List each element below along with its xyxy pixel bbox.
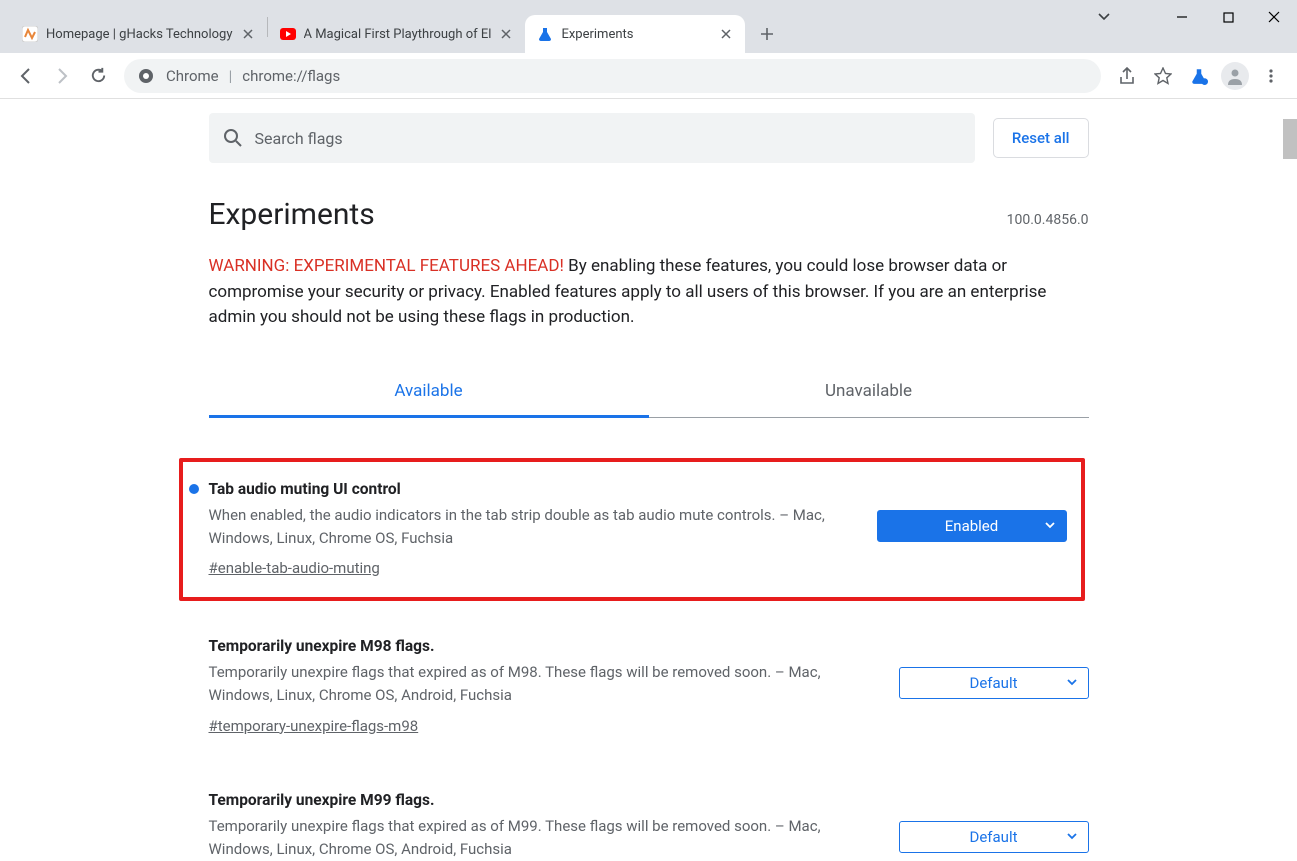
flag-permalink[interactable]: #temporary-unexpire-flags-m98 bbox=[209, 717, 419, 735]
url-separator: | bbox=[229, 67, 233, 85]
share-button[interactable] bbox=[1109, 58, 1145, 94]
browser-tab-youtube[interactable]: A Magical First Playthrough of El bbox=[268, 15, 526, 53]
browser-tab-ghacks[interactable]: Homepage | gHacks Technology bbox=[10, 15, 267, 53]
flag-item-tab-audio-muting: Tab audio muting UI control When enabled… bbox=[179, 458, 1085, 602]
chevron-down-icon bbox=[1066, 674, 1078, 692]
window-minimize-button[interactable] bbox=[1159, 0, 1205, 34]
chevron-down-icon bbox=[1044, 517, 1056, 535]
search-icon bbox=[223, 128, 243, 148]
new-tab-button[interactable] bbox=[753, 20, 781, 48]
url-prefix: Chrome bbox=[166, 67, 219, 85]
flags-list: Tab audio muting UI control When enabled… bbox=[209, 418, 1089, 861]
flag-description: Temporarily unexpire flags that expired … bbox=[209, 815, 859, 861]
flag-description: When enabled, the audio indicators in th… bbox=[209, 504, 837, 551]
modified-dot-icon bbox=[189, 484, 199, 494]
browser-tab-experiments[interactable]: Experiments bbox=[525, 15, 745, 53]
chevron-down-icon bbox=[1066, 828, 1078, 846]
menu-button[interactable] bbox=[1253, 58, 1289, 94]
chrome-icon bbox=[138, 67, 156, 85]
window-close-button[interactable] bbox=[1251, 0, 1297, 34]
search-flags-input[interactable]: Search flags bbox=[209, 113, 975, 163]
search-placeholder: Search flags bbox=[255, 129, 343, 148]
bookmark-button[interactable] bbox=[1145, 58, 1181, 94]
url-text: chrome://flags bbox=[242, 67, 340, 85]
tab-unavailable[interactable]: Unavailable bbox=[649, 367, 1089, 417]
tab-close-button[interactable] bbox=[239, 25, 257, 43]
tab-available[interactable]: Available bbox=[209, 367, 649, 418]
flag-state-select[interactable]: Enabled bbox=[877, 510, 1067, 542]
flag-title: Temporarily unexpire M99 flags. bbox=[209, 791, 435, 809]
flag-title: Tab audio muting UI control bbox=[209, 480, 401, 498]
window-maximize-button[interactable] bbox=[1205, 0, 1251, 34]
flag-item-unexpire-m99: Temporarily unexpire M99 flags. Temporar… bbox=[195, 773, 1103, 861]
tab-close-button[interactable] bbox=[717, 25, 735, 43]
extensions-flask-icon[interactable] bbox=[1181, 58, 1217, 94]
flask-icon bbox=[537, 26, 553, 42]
tab-search-button[interactable] bbox=[1097, 8, 1111, 27]
browser-tab-strip: Homepage | gHacks Technology A Magical F… bbox=[0, 0, 1297, 53]
flag-state-select[interactable]: Default bbox=[899, 667, 1089, 699]
flag-permalink[interactable]: #enable-tab-audio-muting bbox=[209, 559, 380, 577]
page-content: Search flags Reset all Experiments 100.0… bbox=[0, 99, 1297, 861]
flag-state-select[interactable]: Default bbox=[899, 821, 1089, 853]
youtube-favicon bbox=[280, 26, 296, 42]
flag-item-unexpire-m98: Temporarily unexpire M98 flags. Temporar… bbox=[195, 619, 1103, 755]
browser-toolbar: Chrome | chrome://flags bbox=[0, 53, 1297, 99]
scrollbar-thumb[interactable] bbox=[1283, 119, 1297, 159]
tab-title: Experiments bbox=[561, 27, 711, 42]
tab-title: A Magical First Playthrough of El bbox=[304, 27, 492, 42]
flag-title: Temporarily unexpire M98 flags. bbox=[209, 637, 435, 655]
warning-red: WARNING: EXPERIMENTAL FEATURES AHEAD! bbox=[209, 256, 564, 276]
address-bar[interactable]: Chrome | chrome://flags bbox=[124, 59, 1101, 93]
back-button[interactable] bbox=[8, 58, 44, 94]
reload-button[interactable] bbox=[80, 58, 116, 94]
tab-title: Homepage | gHacks Technology bbox=[46, 27, 233, 42]
profile-avatar-button[interactable] bbox=[1221, 62, 1249, 90]
page-title: Experiments bbox=[209, 197, 375, 232]
forward-button[interactable] bbox=[44, 58, 80, 94]
filter-tabs: Available Unavailable bbox=[209, 367, 1089, 418]
warning-text: WARNING: EXPERIMENTAL FEATURES AHEAD! By… bbox=[209, 254, 1089, 331]
reset-all-button[interactable]: Reset all bbox=[993, 118, 1089, 158]
tab-close-button[interactable] bbox=[497, 25, 515, 43]
ghacks-favicon bbox=[22, 26, 38, 42]
flag-description: Temporarily unexpire flags that expired … bbox=[209, 661, 859, 708]
version-label: 100.0.4856.0 bbox=[1007, 212, 1089, 228]
